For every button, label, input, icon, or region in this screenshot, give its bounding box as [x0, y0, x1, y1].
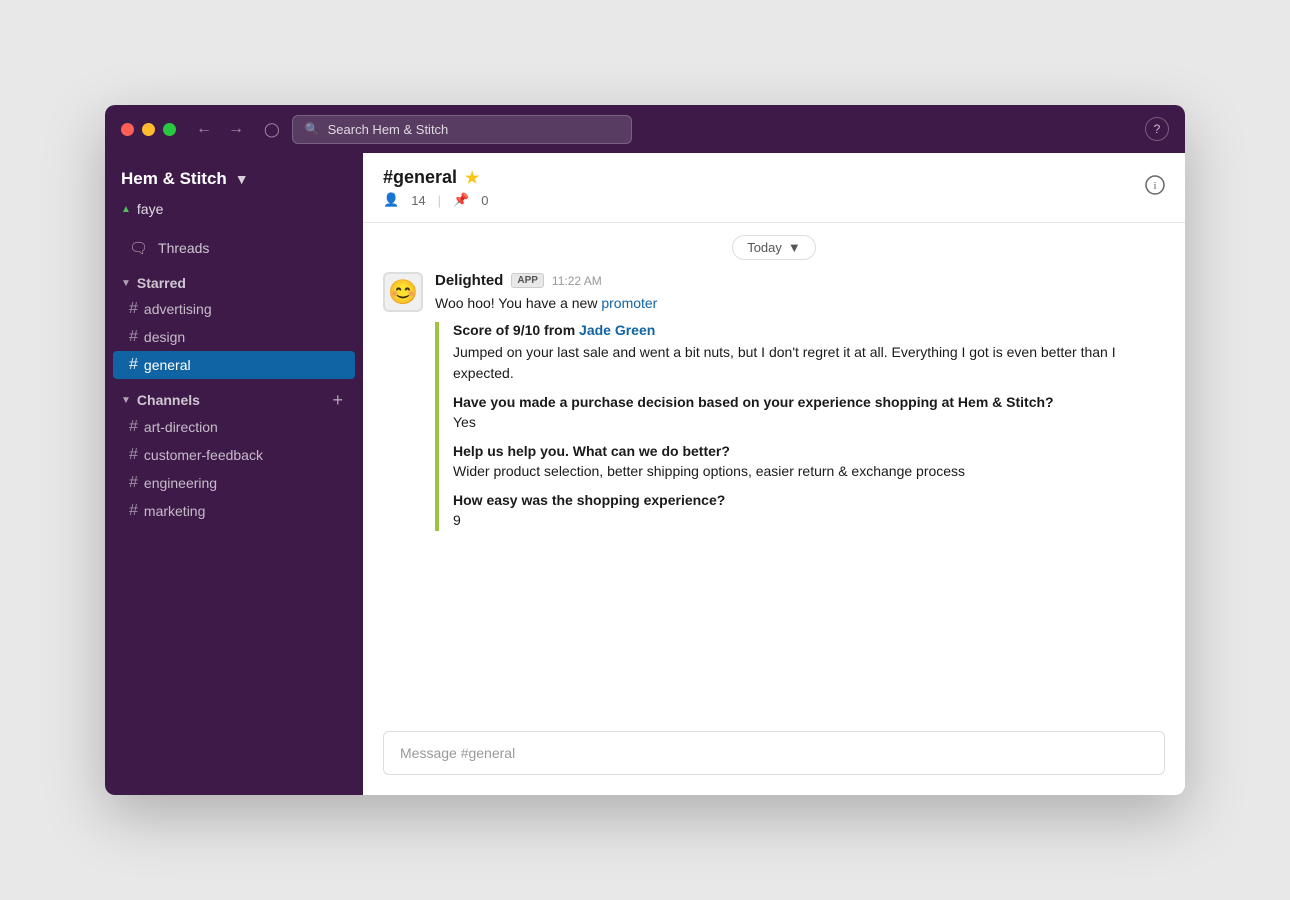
workspace-chevron-icon: ▼ — [235, 171, 249, 187]
channel-name-design: design — [144, 329, 185, 345]
pins-icon: 📌 — [453, 192, 469, 208]
traffic-lights — [121, 123, 176, 136]
channel-name-customer-feedback: customer-feedback — [144, 447, 263, 463]
q2-answer: Wider product selection, better shipping… — [453, 461, 1165, 482]
channel-item-engineering[interactable]: # engineering — [113, 469, 355, 497]
message-content: Delighted APP 11:22 AM Woo hoo! You have… — [435, 272, 1165, 531]
score-label-text: Score of 9/10 from — [453, 322, 575, 338]
app-badge: APP — [511, 273, 544, 288]
message-text: Woo hoo! You have a new promoter — [435, 293, 1165, 314]
hash-icon: # — [129, 446, 138, 464]
star-icon[interactable]: ★ — [465, 168, 479, 188]
user-status[interactable]: ▲ faye — [105, 197, 363, 233]
hash-icon: # — [129, 474, 138, 492]
date-chevron-icon: ▼ — [788, 240, 801, 255]
date-separator: Today ▼ — [363, 223, 1185, 272]
main-body: Hem & Stitch ▼ ▲ faye 🗨 Threads ▼ Starre… — [105, 153, 1185, 795]
minimize-button[interactable] — [142, 123, 155, 136]
starred-chevron-icon: ▼ — [121, 278, 131, 289]
q1-label: Have you made a purchase decision based … — [453, 394, 1165, 410]
meta-divider: | — [438, 193, 441, 208]
history-button[interactable]: ◯ — [260, 117, 284, 142]
threads-label: Threads — [158, 240, 209, 256]
message-input[interactable] — [383, 731, 1165, 775]
channel-item-customer-feedback[interactable]: # customer-feedback — [113, 441, 355, 469]
channel-item-art-direction[interactable]: # art-direction — [113, 413, 355, 441]
help-button[interactable]: ? — [1145, 117, 1169, 141]
members-icon: 👤 — [383, 192, 399, 208]
q1-answer: Yes — [453, 412, 1165, 433]
search-bar[interactable]: 🔍 Search Hem & Stitch — [292, 115, 632, 144]
channel-item-general[interactable]: # general — [113, 351, 355, 379]
q3-label: How easy was the shopping experience? — [453, 492, 1165, 508]
back-button[interactable]: ← — [192, 116, 216, 142]
info-icon: i — [1145, 175, 1165, 195]
hash-icon: # — [129, 356, 138, 374]
channel-item-marketing[interactable]: # marketing — [113, 497, 355, 525]
message-timestamp: 11:22 AM — [552, 274, 602, 288]
workspace-name: Hem & Stitch — [121, 169, 227, 189]
channels-chevron-icon: ▼ — [121, 395, 131, 406]
starred-section-header[interactable]: ▼ Starred — [105, 263, 363, 295]
forward-button[interactable]: → — [224, 116, 248, 142]
channel-name-general: general — [144, 357, 191, 373]
titlebar: ← → ◯ 🔍 Search Hem & Stitch ? — [105, 105, 1185, 153]
customer-name-link[interactable]: Jade Green — [579, 322, 655, 338]
search-icon: 🔍 — [305, 122, 320, 136]
channels-section-header[interactable]: ▼ Channels + — [105, 379, 363, 413]
pins-count: 0 — [481, 193, 488, 208]
q2-label: Help us help you. What can we do better? — [453, 443, 1165, 459]
channel-name-engineering: engineering — [144, 475, 217, 491]
message-input-area — [363, 719, 1185, 795]
titlebar-right: ? — [1145, 117, 1169, 141]
chat-area: #general ★ 👤 14 | 📌 0 i — [363, 153, 1185, 795]
navigation-buttons: ← → — [192, 116, 248, 142]
channel-name-advertising: advertising — [144, 301, 212, 317]
message-row: 😊 Delighted APP 11:22 AM Woo hoo! You ha… — [383, 272, 1165, 531]
close-button[interactable] — [121, 123, 134, 136]
message-header: Delighted APP 11:22 AM — [435, 272, 1165, 289]
promoter-link[interactable]: promoter — [601, 295, 657, 311]
channel-meta: 👤 14 | 📌 0 — [383, 192, 488, 208]
sidebar-item-threads[interactable]: 🗨 Threads — [113, 233, 355, 263]
maximize-button[interactable] — [163, 123, 176, 136]
sidebar: Hem & Stitch ▼ ▲ faye 🗨 Threads ▼ Starre… — [105, 153, 363, 795]
workspace-header[interactable]: Hem & Stitch ▼ — [105, 153, 363, 197]
channel-title-text: #general — [383, 167, 457, 188]
user-name: faye — [137, 201, 163, 217]
channel-title: #general ★ — [383, 167, 488, 188]
date-pill[interactable]: Today ▼ — [732, 235, 816, 260]
svg-text:i: i — [1153, 180, 1156, 192]
starred-section-title: Starred — [137, 275, 347, 291]
q3-answer: 9 — [453, 510, 1165, 531]
add-channel-button[interactable]: + — [328, 391, 347, 409]
messages-container: 😊 Delighted APP 11:22 AM Woo hoo! You ha… — [363, 272, 1185, 719]
channel-header-left: #general ★ 👤 14 | 📌 0 — [383, 167, 488, 208]
intro-text: Woo hoo! You have a new — [435, 295, 597, 311]
hash-icon: # — [129, 328, 138, 346]
hash-icon: # — [129, 502, 138, 520]
channel-item-design[interactable]: # design — [113, 323, 355, 351]
sender-name: Delighted — [435, 272, 503, 289]
channels-section-title: Channels — [137, 392, 323, 408]
avatar: 😊 — [383, 272, 423, 312]
status-indicator-icon: ▲ — [121, 204, 131, 215]
channel-item-advertising[interactable]: # advertising — [113, 295, 355, 323]
app-window: ← → ◯ 🔍 Search Hem & Stitch ? Hem & Stit… — [105, 105, 1185, 795]
threads-icon: 🗨 — [129, 239, 148, 257]
channel-name-marketing: marketing — [144, 503, 205, 519]
date-label: Today — [747, 240, 782, 255]
hash-icon: # — [129, 418, 138, 436]
quoted-block: Score of 9/10 from Jade Green Jumped on … — [435, 322, 1165, 531]
info-button[interactable]: i — [1145, 175, 1165, 200]
search-placeholder: Search Hem & Stitch — [328, 122, 449, 137]
chat-header: #general ★ 👤 14 | 📌 0 i — [363, 153, 1185, 223]
avatar-emoji: 😊 — [388, 278, 418, 307]
score-line: Score of 9/10 from Jade Green — [453, 322, 1165, 338]
channel-name-art-direction: art-direction — [144, 419, 218, 435]
hash-icon: # — [129, 300, 138, 318]
members-count: 14 — [411, 193, 425, 208]
review-text: Jumped on your last sale and went a bit … — [453, 342, 1165, 384]
